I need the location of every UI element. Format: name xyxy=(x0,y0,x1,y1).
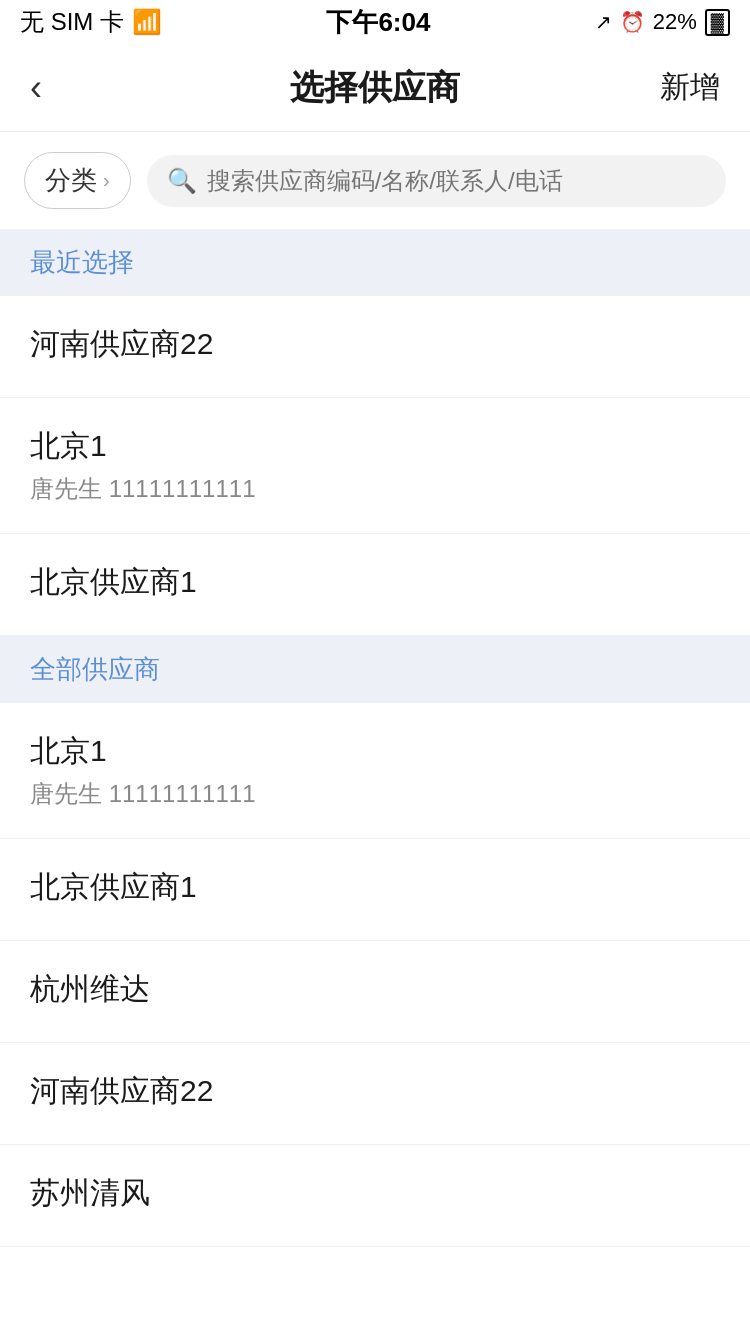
status-time: 下午6:04 xyxy=(326,5,430,40)
item-sub: 唐先生 11111111111 xyxy=(30,473,720,505)
item-name: 河南供应商22 xyxy=(30,324,720,365)
category-label: 分类 xyxy=(45,163,97,198)
filter-row: 分类 › 🔍 xyxy=(0,132,750,229)
status-right: ↗ ⏰ 22% ▓ xyxy=(595,9,730,36)
wifi-icon: 📶 xyxy=(132,8,162,36)
status-bar: 无 SIM 卡 📶 下午6:04 ↗ ⏰ 22% ▓ xyxy=(0,0,750,44)
list-item[interactable]: 杭州维达 xyxy=(0,941,750,1043)
battery-label: 22% xyxy=(653,9,697,35)
add-button[interactable]: 新增 xyxy=(660,67,720,108)
all-section-label: 全部供应商 xyxy=(30,654,160,684)
list-item[interactable]: 北京供应商1 xyxy=(0,534,750,636)
item-name: 北京供应商1 xyxy=(30,562,720,603)
category-button[interactable]: 分类 › xyxy=(24,152,131,209)
recent-items-list: 河南供应商22 北京1 唐先生 11111111111 北京供应商1 xyxy=(0,296,750,636)
nav-bar: ‹ 选择供应商 新增 xyxy=(0,44,750,132)
battery-icon: ▓ xyxy=(705,9,730,36)
recent-section-header: 最近选择 xyxy=(0,229,750,296)
search-icon: 🔍 xyxy=(167,167,197,195)
item-name: 北京供应商1 xyxy=(30,867,720,908)
search-box: 🔍 xyxy=(147,155,726,207)
search-input[interactable] xyxy=(207,167,706,195)
list-item[interactable]: 河南供应商22 xyxy=(0,296,750,398)
all-items-list: 北京1 唐先生 11111111111 北京供应商1 杭州维达河南供应商22 苏州清风 xyxy=(0,703,750,1247)
recent-section-label: 最近选择 xyxy=(30,247,134,277)
item-name: 河南供应商22 xyxy=(30,1071,720,1112)
list-item[interactable]: 北京供应商1 xyxy=(0,839,750,941)
page-title: 选择供应商 xyxy=(290,65,460,111)
sim-label: 无 SIM 卡 xyxy=(20,6,124,38)
chevron-icon: › xyxy=(103,169,110,192)
back-button[interactable]: ‹ xyxy=(30,67,90,109)
list-item[interactable]: 河南供应商22 xyxy=(0,1043,750,1145)
status-left: 无 SIM 卡 📶 xyxy=(20,6,162,38)
list-item[interactable]: 北京1 唐先生 11111111111 xyxy=(0,703,750,839)
item-sub: 唐先生 11111111111 xyxy=(30,778,720,810)
item-name: 苏州清风 xyxy=(30,1173,720,1214)
item-name: 北京1 xyxy=(30,731,720,772)
item-name: 北京1 xyxy=(30,426,720,467)
item-name: 杭州维达 xyxy=(30,969,720,1010)
alarm-icon: ⏰ xyxy=(620,10,645,34)
list-item[interactable]: 北京1 唐先生 11111111111 xyxy=(0,398,750,534)
location-icon: ↗ xyxy=(595,10,612,34)
list-item[interactable]: 苏州清风 xyxy=(0,1145,750,1247)
all-section-header: 全部供应商 xyxy=(0,636,750,703)
